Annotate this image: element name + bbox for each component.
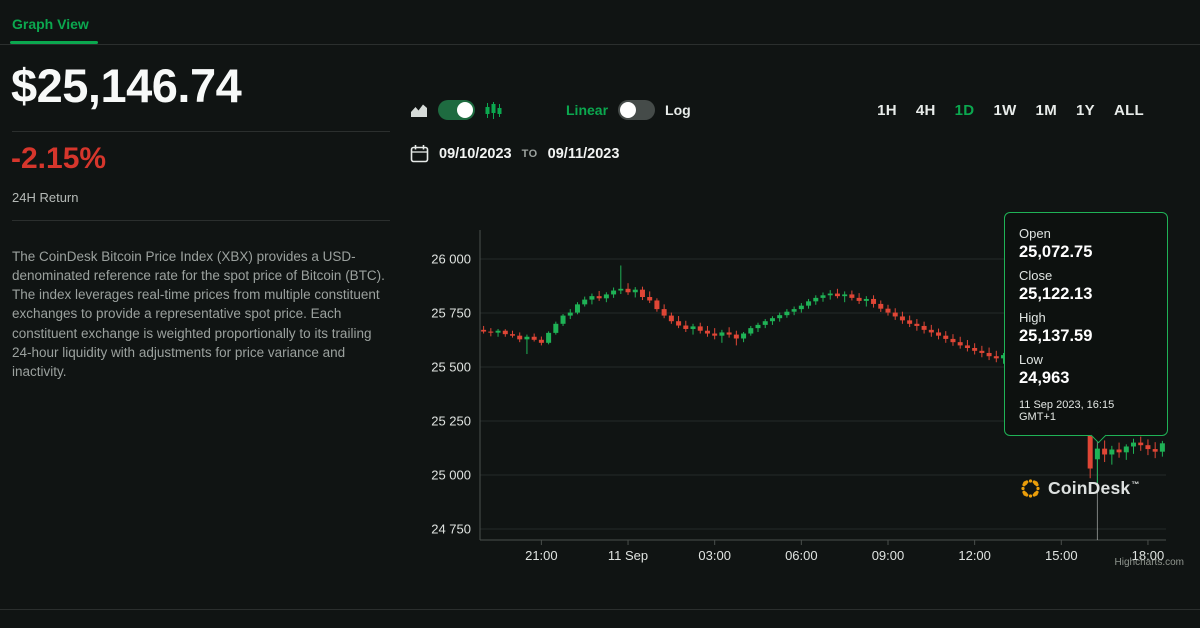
svg-text:26 000: 26 000 — [431, 252, 471, 267]
tooltip-high-label: High — [1019, 310, 1153, 325]
range-button-1w[interactable]: 1W — [993, 102, 1016, 119]
svg-text:21:00: 21:00 — [525, 548, 558, 563]
scale-toggle-knob — [620, 102, 636, 118]
coindesk-watermark: CoinDesk™ — [1020, 478, 1140, 499]
range-button-all[interactable]: ALL — [1114, 102, 1144, 119]
tooltip-high-value: 25,137.59 — [1019, 327, 1153, 346]
range-button-4h[interactable]: 4H — [916, 102, 936, 119]
svg-text:03:00: 03:00 — [698, 548, 731, 563]
bottom-divider — [0, 609, 1200, 610]
tooltip-low-label: Low — [1019, 352, 1153, 367]
change-period-label: 24H Return — [12, 190, 78, 205]
svg-text:12:00: 12:00 — [958, 548, 991, 563]
tab-graph-view[interactable]: Graph View — [12, 16, 89, 32]
date-to-label: TO — [522, 148, 538, 160]
watermark-tm: ™ — [1131, 480, 1139, 489]
chart-type-toggle[interactable] — [438, 100, 475, 120]
svg-text:11 Sep: 11 Sep — [608, 548, 648, 563]
svg-text:25 500: 25 500 — [431, 360, 471, 375]
scale-log-label[interactable]: Log — [665, 102, 691, 118]
tooltip-open-label: Open — [1019, 226, 1153, 241]
date-range-row: 09/10/2023 TO 09/11/2023 — [410, 144, 619, 163]
chart-tooltip: Open 25,072.75 Close 25,122.13 High 25,1… — [1004, 212, 1168, 436]
date-from[interactable]: 09/10/2023 — [439, 146, 512, 162]
svg-text:25 000: 25 000 — [431, 468, 471, 483]
chart-type-toggle-knob — [457, 102, 473, 118]
current-price: $25,146.74 — [11, 58, 241, 113]
date-to[interactable]: 09/11/2023 — [548, 146, 620, 162]
range-button-1m[interactable]: 1M — [1036, 102, 1057, 119]
watermark-text: CoinDesk™ — [1048, 478, 1140, 499]
svg-text:15:00: 15:00 — [1045, 548, 1078, 563]
scale-toggle-group: Linear Log — [566, 100, 691, 120]
highcharts-credits[interactable]: Highcharts.com — [1115, 557, 1184, 568]
svg-text:06:00: 06:00 — [785, 548, 818, 563]
candlestick-icon[interactable] — [485, 102, 502, 119]
tooltip-low-value: 24,963 — [1019, 369, 1153, 388]
range-button-1h[interactable]: 1H — [877, 102, 897, 119]
index-description: The CoinDesk Bitcoin Price Index (XBX) p… — [12, 247, 388, 381]
coindesk-price-page: Graph View $25,146.74 -2.15% 24H Return … — [0, 0, 1200, 628]
tooltip-close-value: 25,122.13 — [1019, 285, 1153, 304]
tooltip-timestamp: 11 Sep 2023, 16:15 GMT+1 — [1019, 399, 1153, 423]
area-chart-icon[interactable] — [410, 103, 428, 118]
range-buttons: 1H 4H 1D 1W 1M 1Y ALL — [877, 102, 1144, 119]
left-divider-2 — [12, 220, 390, 221]
svg-text:09:00: 09:00 — [872, 548, 905, 563]
header-divider — [0, 44, 1200, 45]
calendar-icon[interactable] — [410, 144, 429, 163]
scale-toggle[interactable] — [618, 100, 655, 120]
left-divider-1 — [12, 131, 390, 132]
range-button-1y[interactable]: 1Y — [1076, 102, 1095, 119]
svg-text:24 750: 24 750 — [431, 522, 471, 537]
tooltip-open-value: 25,072.75 — [1019, 243, 1153, 262]
tooltip-close-label: Close — [1019, 268, 1153, 283]
svg-text:25 250: 25 250 — [431, 414, 471, 429]
coindesk-logo-icon — [1020, 478, 1041, 499]
svg-text:25 750: 25 750 — [431, 306, 471, 321]
scale-linear-label[interactable]: Linear — [566, 102, 608, 118]
range-button-1d[interactable]: 1D — [955, 102, 975, 119]
chart-type-toggle-group — [410, 100, 502, 120]
change-percent: -2.15% — [11, 142, 106, 176]
